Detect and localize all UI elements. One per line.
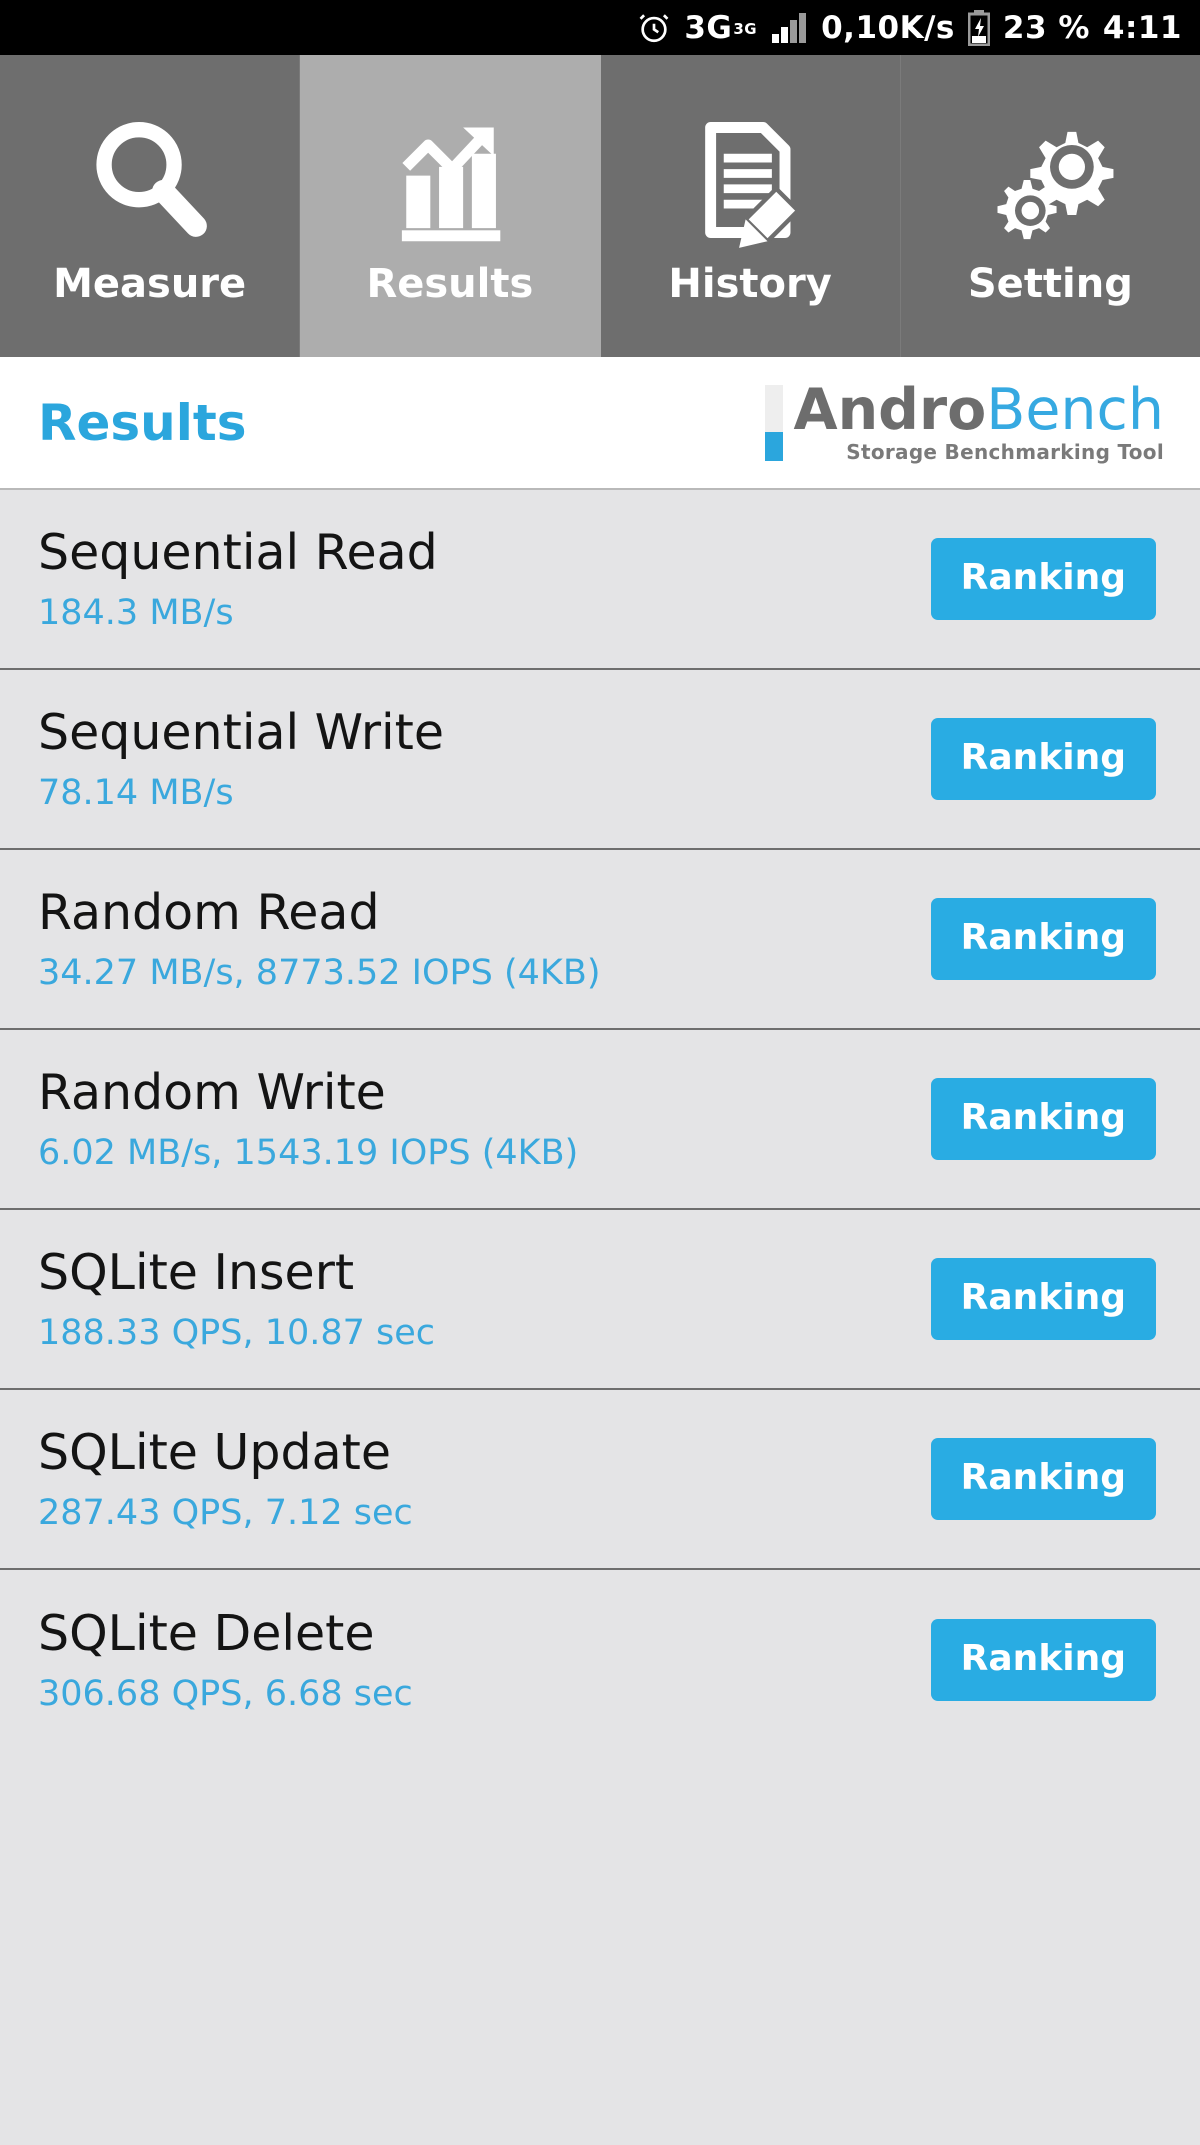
ranking-button[interactable]: Ranking [930, 898, 1156, 980]
row-title: SQLite Delete [38, 1604, 375, 1662]
ranking-button[interactable]: Ranking [930, 1619, 1156, 1701]
bar-chart-arrow-icon [380, 105, 520, 255]
network-type-text: 3G [684, 9, 733, 46]
table-row[interactable]: Sequential Read 184.3 MB/s Ranking [0, 490, 1200, 670]
network-type-label: 3G 3G [684, 10, 757, 46]
table-row[interactable]: Random Write 6.02 MB/s, 1543.19 IOPS (4K… [0, 1030, 1200, 1210]
gears-icon [980, 105, 1120, 255]
table-row[interactable]: SQLite Update 287.43 QPS, 7.12 sec Ranki… [0, 1390, 1200, 1570]
logo-tagline: Storage Benchmarking Tool [846, 440, 1164, 465]
tab-history-label: History [668, 261, 832, 307]
list-empty-space [0, 1750, 1200, 2145]
ranking-button[interactable]: Ranking [930, 718, 1156, 800]
row-value: 34.27 MB/s, 8773.52 IOPS (4KB) [38, 952, 601, 993]
row-title: Sequential Read [38, 523, 438, 581]
document-pencil-icon [680, 105, 820, 255]
logo-name-part1: Andro [793, 376, 987, 443]
battery-percent-label: 23 % [1002, 9, 1090, 46]
tab-setting-label: Setting [967, 261, 1133, 307]
row-value: 184.3 MB/s [38, 592, 234, 633]
tab-history[interactable]: History [600, 55, 901, 357]
status-bar: 3G 3G 0,10K/s 23 % 4:11 [0, 0, 1200, 55]
ranking-button[interactable]: Ranking [930, 538, 1156, 620]
logo-bar-icon [765, 384, 784, 461]
row-value: 306.68 QPS, 6.68 sec [38, 1673, 413, 1714]
androbench-logo: AndroBench Storage Benchmarking Tool [765, 381, 1164, 464]
page-title: Results [38, 393, 247, 452]
ranking-button[interactable]: Ranking [930, 1078, 1156, 1160]
alarm-clock-icon [637, 11, 671, 45]
row-title: Random Read [38, 883, 380, 941]
clock-label: 4:11 [1102, 9, 1182, 46]
row-value: 188.33 QPS, 10.87 sec [38, 1312, 436, 1353]
row-title: Random Write [38, 1063, 386, 1121]
page-header: Results AndroBench Storage Benchmarking … [0, 357, 1200, 490]
row-title: SQLite Insert [38, 1243, 355, 1301]
table-row[interactable]: Random Read 34.27 MB/s, 8773.52 IOPS (4K… [0, 850, 1200, 1030]
data-rate-label: 0,10K/s [821, 9, 955, 46]
battery-charging-icon [967, 9, 990, 46]
tab-results[interactable]: Results [300, 55, 601, 357]
tab-setting[interactable]: Setting [900, 55, 1200, 357]
table-row[interactable]: SQLite Delete 306.68 QPS, 6.68 sec Ranki… [0, 1570, 1200, 1750]
row-value: 78.14 MB/s [38, 772, 234, 813]
tab-measure[interactable]: Measure [0, 55, 301, 357]
ranking-button[interactable]: Ranking [930, 1258, 1156, 1340]
ranking-button[interactable]: Ranking [930, 1438, 1156, 1520]
magnifier-icon [80, 105, 220, 255]
table-row[interactable]: SQLite Insert 188.33 QPS, 10.87 sec Rank… [0, 1210, 1200, 1390]
tab-bar: Measure Results History Setting [0, 55, 1200, 357]
logo-name-part2: Bench [986, 376, 1164, 443]
table-row[interactable]: Sequential Write 78.14 MB/s Ranking [0, 670, 1200, 850]
results-list: Sequential Read 184.3 MB/s Ranking Seque… [0, 490, 1200, 2145]
tab-results-label: Results [366, 261, 534, 307]
signal-bars-icon [770, 12, 808, 43]
row-value: 6.02 MB/s, 1543.19 IOPS (4KB) [38, 1132, 579, 1173]
row-title: Sequential Write [38, 703, 445, 761]
tab-measure-label: Measure [53, 261, 247, 307]
row-title: SQLite Update [38, 1423, 391, 1481]
row-value: 287.43 QPS, 7.12 sec [38, 1492, 413, 1533]
network-type-superscript: 3G [733, 19, 758, 38]
